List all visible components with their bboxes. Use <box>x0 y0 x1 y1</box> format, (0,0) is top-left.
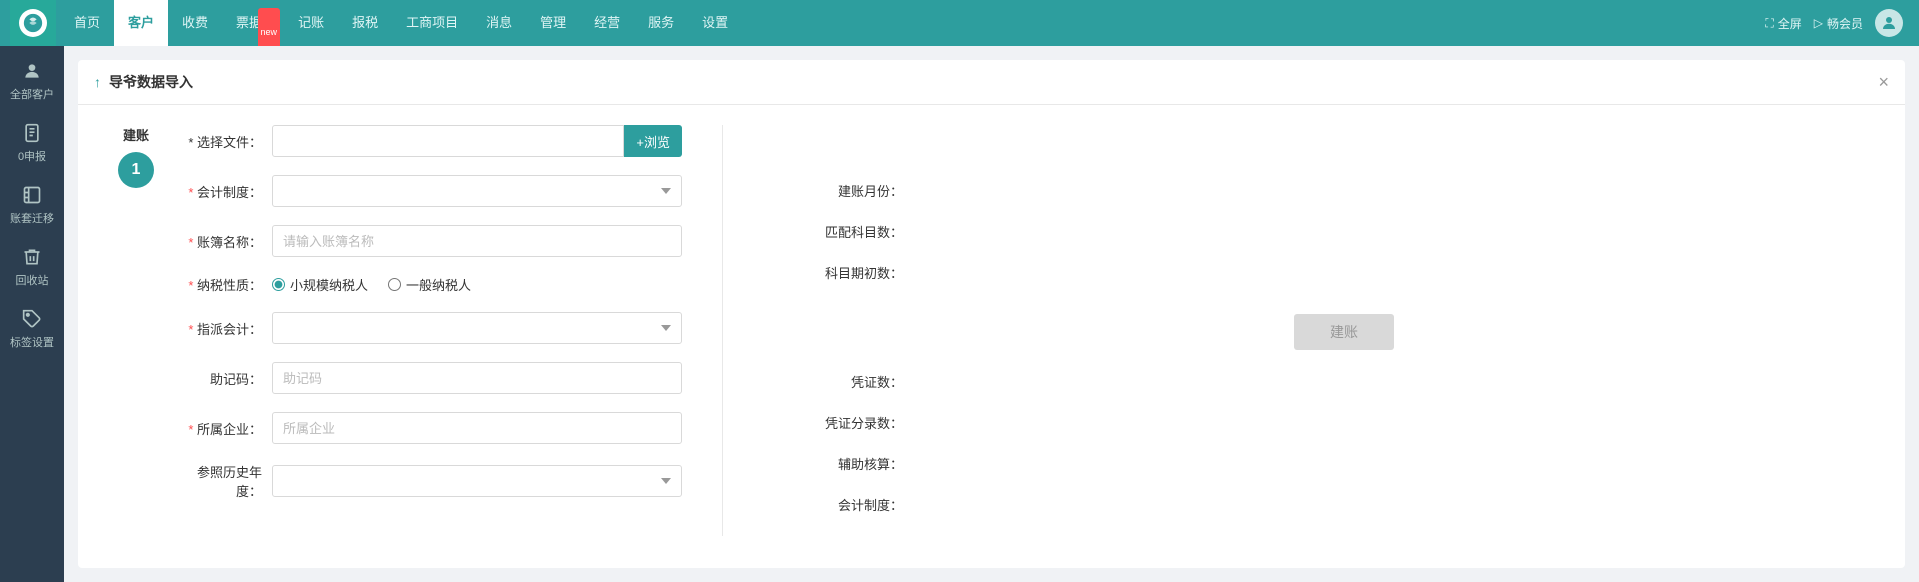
history-year-row: 参照历史年度： <box>182 462 682 500</box>
browse-button[interactable]: +浏览 <box>624 125 682 157</box>
nav-customer[interactable]: 客户 <box>114 0 168 46</box>
voucher-entries-row: 凭证分录数： <box>823 413 1865 432</box>
fullscreen-icon: ⛶ <box>1765 16 1773 31</box>
subject-initial-row: 科目期初数： <box>823 263 1865 282</box>
divider <box>722 125 723 536</box>
member-icon: ▷ <box>1814 16 1823 30</box>
ledger-name-row: 账簿名称： <box>182 225 682 257</box>
form-body: 建账 1 * 选择文件： +浏览 会计制度： <box>78 105 1905 556</box>
file-row: * 选择文件： +浏览 <box>182 125 682 157</box>
top-navigation: 首页 客户 收费 票据 new 记账 报税 工商项目 消息 管理 经营 服务 设… <box>0 0 1919 46</box>
small-taxpayer-radio[interactable]: 小规模纳税人 <box>272 275 368 294</box>
tax-type-label: 纳税性质： <box>182 275 272 294</box>
company-label: 所属企业： <box>182 419 272 438</box>
sidebar-item-declaration[interactable]: 0申报 <box>0 112 64 174</box>
nav-operation[interactable]: 经营 <box>580 0 634 46</box>
sidebar: 全部客户 0申报 账套迁移 回收站 <box>0 46 64 582</box>
dialog-header: ↑ 导爷数据导入 <box>78 60 1905 105</box>
accountant-select[interactable] <box>272 312 682 344</box>
person-icon <box>21 60 43 82</box>
trash-icon <box>21 246 43 268</box>
build-month-label: 建账月份： <box>823 181 913 200</box>
nav-ticket[interactable]: 票据 new <box>222 0 284 46</box>
nav-business[interactable]: 工商项目 <box>392 0 472 46</box>
tag-icon <box>21 308 43 330</box>
sidebar-item-all-customers[interactable]: 全部客户 <box>0 50 64 112</box>
voucher-entries-label: 凭证分录数： <box>823 413 913 432</box>
nav-settings[interactable]: 设置 <box>688 0 742 46</box>
main-content: ↑ 导爷数据导入 × 建账 1 * 选择文件： <box>64 46 1919 582</box>
accountant-row: 指派会计： <box>182 312 682 344</box>
step-circle: 1 <box>118 152 154 188</box>
memo-label: 助记码： <box>182 369 272 388</box>
history-year-select[interactable] <box>272 465 682 497</box>
accounting-system-select[interactable] <box>272 175 682 207</box>
nav-accounting[interactable]: 记账 <box>284 0 338 46</box>
general-taxpayer-radio[interactable]: 一般纳税人 <box>388 275 471 294</box>
nav-tax[interactable]: 报税 <box>338 0 392 46</box>
app-logo <box>10 0 56 46</box>
nav-home[interactable]: 首页 <box>60 0 114 46</box>
aux-accounting-row: 辅助核算： <box>823 454 1865 473</box>
match-subjects-row: 匹配科目数： <box>823 222 1865 241</box>
nav-service[interactable]: 服务 <box>634 0 688 46</box>
ledger-name-label: 账簿名称： <box>182 232 272 251</box>
voucher-count-label: 凭证数： <box>823 372 913 391</box>
right-accounting-system-row: 会计制度： <box>823 495 1865 514</box>
file-label: * 选择文件： <box>182 132 272 151</box>
right-accounting-system-label: 会计制度： <box>823 495 913 514</box>
nav-management[interactable]: 管理 <box>526 0 580 46</box>
file-input-group: +浏览 <box>272 125 682 157</box>
company-row: 所属企业： <box>182 412 682 444</box>
fullscreen-btn[interactable]: ⛶ 全屏 <box>1765 15 1801 32</box>
tax-type-radio-group: 小规模纳税人 一般纳税人 <box>272 275 682 294</box>
accountant-label: 指派会计： <box>182 319 272 338</box>
book-icon <box>21 184 43 206</box>
match-subjects-label: 匹配科目数： <box>823 222 913 241</box>
nav-right: ⛶ 全屏 ▷ 畅会员 <box>1765 9 1919 37</box>
file-input[interactable] <box>272 125 624 157</box>
nav-fee[interactable]: 收费 <box>168 0 222 46</box>
memo-row: 助记码： <box>182 362 682 394</box>
member-btn[interactable]: ▷ 畅会员 <box>1814 15 1863 32</box>
memo-input[interactable] <box>272 362 682 394</box>
sidebar-item-recycle-bin[interactable]: 回收站 <box>0 236 64 298</box>
nav-message[interactable]: 消息 <box>472 0 526 46</box>
dialog-card: ↑ 导爷数据导入 × 建账 1 * 选择文件： <box>78 60 1905 568</box>
logo-icon <box>19 9 47 37</box>
voucher-count-row: 凭证数： <box>823 372 1865 391</box>
close-button[interactable]: × <box>1878 72 1889 93</box>
dialog-title: 导爷数据导入 <box>109 72 193 92</box>
accounting-system-row: 会计制度： <box>182 175 682 207</box>
build-month-row: 建账月份： <box>823 181 1865 200</box>
upload-icon: ↑ <box>94 74 101 90</box>
subject-initial-label: 科目期初数： <box>823 263 913 282</box>
form-left: * 选择文件： +浏览 会计制度： <box>182 125 682 518</box>
file-icon <box>21 122 43 144</box>
accounting-system-label: 会计制度： <box>182 182 272 201</box>
company-input[interactable] <box>272 412 682 444</box>
history-year-label: 参照历史年度： <box>182 462 272 500</box>
aux-accounting-label: 辅助核算： <box>823 454 913 473</box>
nav-items: 首页 客户 收费 票据 new 记账 报税 工商项目 消息 管理 经营 服务 设… <box>60 0 1765 46</box>
avatar[interactable] <box>1875 9 1903 37</box>
build-button[interactable]: 建账 <box>1294 314 1394 350</box>
tax-type-row: 纳税性质： 小规模纳税人 一般纳税人 <box>182 275 682 294</box>
ledger-name-input[interactable] <box>272 225 682 257</box>
sidebar-item-account-migration[interactable]: 账套迁移 <box>0 174 64 236</box>
sidebar-item-tag-settings[interactable]: 标签设置 <box>0 298 64 360</box>
step-label: 建账 <box>123 125 149 144</box>
form-right: 建账月份： 匹配科目数： 科目期初数： 建账 <box>763 125 1865 536</box>
build-btn-area: 建账 <box>823 304 1865 350</box>
